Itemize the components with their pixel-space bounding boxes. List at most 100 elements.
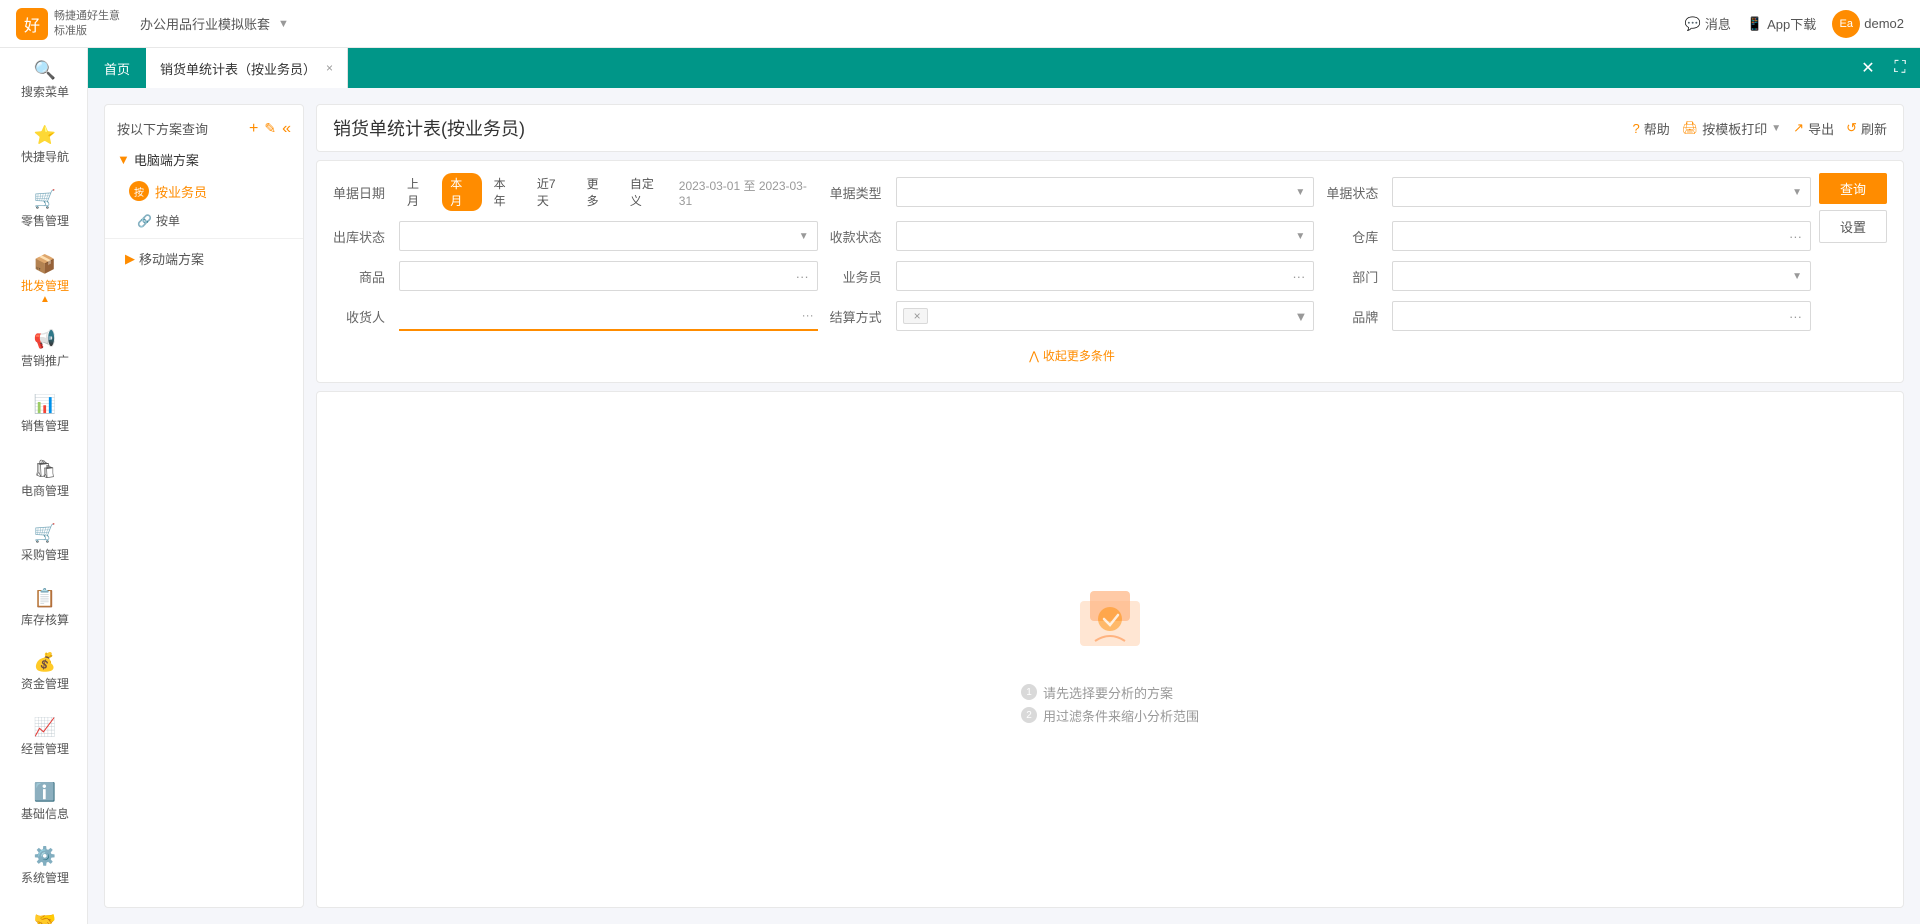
salesperson-select[interactable]: ···	[896, 261, 1315, 291]
date-tab-7days[interactable]: 近7天	[529, 173, 575, 211]
order-type-label: 单据类型	[830, 183, 890, 202]
receiver-label: 收货人	[333, 307, 393, 326]
basic-icon: ℹ️	[34, 782, 56, 803]
wholesale-icon: 📦	[34, 254, 56, 275]
wholesale-arrow: ▲	[40, 294, 50, 305]
date-tab-last-month[interactable]: 上月	[399, 173, 438, 211]
brand-select[interactable]: ···	[1392, 301, 1811, 331]
sidebar-item-inventory[interactable]: 📋 库存核算	[0, 576, 87, 641]
collect-status-select[interactable]: ▼	[896, 221, 1315, 251]
message-btn[interactable]: 💬 消息	[1685, 14, 1731, 33]
refresh-icon: ↺	[1846, 120, 1857, 136]
sidebar-item-search-menu[interactable]: 🔍 搜索菜单	[0, 48, 87, 113]
payment-arrow: ▼	[1294, 309, 1307, 324]
logo-icon: 好	[16, 8, 48, 40]
right-panel: 销货单统计表(按业务员) ? 帮助 🖨 按模板打印 ▼	[316, 104, 1904, 908]
finance-icon: 💰	[34, 652, 56, 673]
edit-scheme-btn[interactable]: ✎	[264, 120, 276, 138]
scheme-group-mobile-header[interactable]: ▶ 移动端方案	[105, 243, 303, 274]
tab-close-icon[interactable]: ×	[326, 61, 333, 75]
order-type-select[interactable]: ▼	[896, 177, 1315, 207]
date-tab-year[interactable]: 本年	[486, 173, 525, 211]
logo-text: 畅捷通好生意 标准版	[54, 9, 120, 38]
date-tab-current-month[interactable]: 本月	[442, 173, 481, 211]
sidebar-item-wholesale[interactable]: 📦 批发管理 ▲	[0, 242, 87, 318]
order-status-select[interactable]: ▼	[1392, 177, 1811, 207]
scheme-sub-order[interactable]: 🔗 按单	[105, 207, 303, 234]
content-area: 按以下方案查询 + ✎ « ▼ 电脑端方案 按	[88, 88, 1920, 924]
tab-expand-btn[interactable]: ⛶	[1888, 56, 1912, 80]
collapse-panel-btn[interactable]: «	[282, 120, 291, 138]
warehouse-select[interactable]: ···	[1392, 221, 1811, 251]
payment-tag-close[interactable]: ×	[914, 309, 921, 323]
empty-tips: 1 请先选择要分析的方案 2 用过滤条件来缩小分析范围	[1021, 683, 1199, 729]
filter-field-warehouse: 仓库 ···	[1326, 221, 1811, 251]
sidebar-item-operations[interactable]: 📈 经营管理	[0, 705, 87, 770]
query-btn[interactable]: 查询	[1819, 173, 1887, 204]
tab-close-all-btn[interactable]: ✕	[1856, 56, 1880, 80]
search-menu-icon: 🔍	[34, 60, 56, 81]
department-select[interactable]: ▼	[1392, 261, 1811, 291]
app-download-btn[interactable]: 📱 App下载	[1747, 14, 1816, 33]
date-tab-custom[interactable]: 自定义	[622, 173, 673, 211]
sidebar-item-retail[interactable]: 🛒 零售管理	[0, 177, 87, 242]
tab-home[interactable]: 首页	[88, 48, 146, 88]
add-scheme-btn[interactable]: +	[249, 120, 258, 138]
filter-field-order-type: 单据类型 ▼	[830, 177, 1315, 207]
retail-icon: 🛒	[34, 189, 56, 210]
sidebar-item-purchase[interactable]: 🛒 采购管理	[0, 511, 87, 576]
setting-btn[interactable]: 设置	[1819, 210, 1887, 243]
content-inner: 按以下方案查询 + ✎ « ▼ 电脑端方案 按	[88, 88, 1920, 924]
scheme-item-salesperson[interactable]: 按 按业务员	[105, 175, 303, 207]
export-btn[interactable]: ↗ 导出	[1793, 119, 1834, 138]
scheme-dot: 按	[129, 181, 149, 201]
filter-field-goods: 商品 ···	[333, 261, 818, 291]
date-tab-more[interactable]: 更多	[579, 173, 618, 211]
page-title: 销货单统计表(按业务员)	[333, 115, 525, 141]
sidebar-item-quick-nav[interactable]: ⭐ 快捷导航	[0, 113, 87, 178]
sidebar-item-system[interactable]: ⚙️ 系统管理	[0, 834, 87, 899]
print-dropdown-icon[interactable]: ▼	[1771, 123, 1781, 134]
filter-field-department: 部门 ▼	[1326, 261, 1811, 291]
out-status-select[interactable]: ▼	[399, 221, 818, 251]
empty-illustration	[1060, 571, 1160, 671]
print-btn[interactable]: 🖨 按模板打印 ▼	[1682, 119, 1781, 138]
system-icon: ⚙️	[34, 846, 56, 867]
collapse-up-icon: ⋀	[1029, 349, 1039, 363]
sub-icon: 🔗	[137, 214, 152, 228]
sidebar-item-ecommerce[interactable]: 🛍 电商管理	[0, 447, 87, 512]
sidebar-item-finance[interactable]: 💰 资金管理	[0, 640, 87, 705]
phone-icon: 📱	[1747, 16, 1763, 32]
receiver-dots: ···	[802, 308, 814, 322]
left-panel-title: 按以下方案查询	[117, 119, 208, 138]
filter-row-4: 收货人 ··· 结算方式	[333, 301, 1811, 331]
inventory-icon: 📋	[34, 588, 56, 609]
avatar: Ea	[1832, 10, 1860, 38]
sidebar-item-enterprise[interactable]: 🤝 企业协同	[0, 899, 87, 924]
collapse-filter-btn[interactable]: ⋀ 收起更多条件	[333, 341, 1811, 370]
filter-main: 单据日期 上月 本月 本年 近7天 更多 自定义	[333, 173, 1887, 370]
left-panel: 按以下方案查询 + ✎ « ▼ 电脑端方案 按	[104, 104, 304, 908]
brand-dots: ···	[1789, 309, 1802, 324]
help-btn[interactable]: ? 帮助	[1632, 119, 1669, 138]
sidebar-item-sales[interactable]: 📊 销售管理	[0, 382, 87, 447]
header-title: 办公用品行业模拟账套	[140, 14, 270, 33]
filter-row-3: 商品 ··· 业务员 ···	[333, 261, 1811, 291]
payment-select[interactable]: × ▼	[896, 301, 1315, 331]
sidebar-item-basic[interactable]: ℹ️ 基础信息	[0, 770, 87, 835]
goods-select[interactable]: ···	[399, 261, 818, 291]
sidebar-item-marketing[interactable]: 📢 营销推广	[0, 317, 87, 382]
date-range: 2023-03-01 至 2023-03-31	[679, 177, 818, 208]
tab-bar: 首页 销货单统计表（按业务员） × ✕ ⛶	[88, 48, 1920, 88]
tab-current[interactable]: 销货单统计表（按业务员） ×	[146, 48, 348, 88]
refresh-btn[interactable]: ↺ 刷新	[1846, 119, 1887, 138]
ecommerce-icon: 🛍	[34, 459, 57, 480]
department-arrow: ▼	[1792, 271, 1802, 282]
right-side: 首页 销货单统计表（按业务员） × ✕ ⛶ 按以下方案查询 + ✎	[88, 48, 1920, 924]
date-label: 单据日期	[333, 183, 393, 202]
scheme-group-desktop-header[interactable]: ▼ 电脑端方案	[105, 144, 303, 175]
export-icon: ↗	[1793, 120, 1804, 136]
header-dropdown-icon[interactable]: ▼	[278, 18, 289, 30]
user-avatar[interactable]: Ea demo2	[1832, 10, 1904, 38]
empty-tip-1: 1 请先选择要分析的方案	[1021, 683, 1199, 702]
